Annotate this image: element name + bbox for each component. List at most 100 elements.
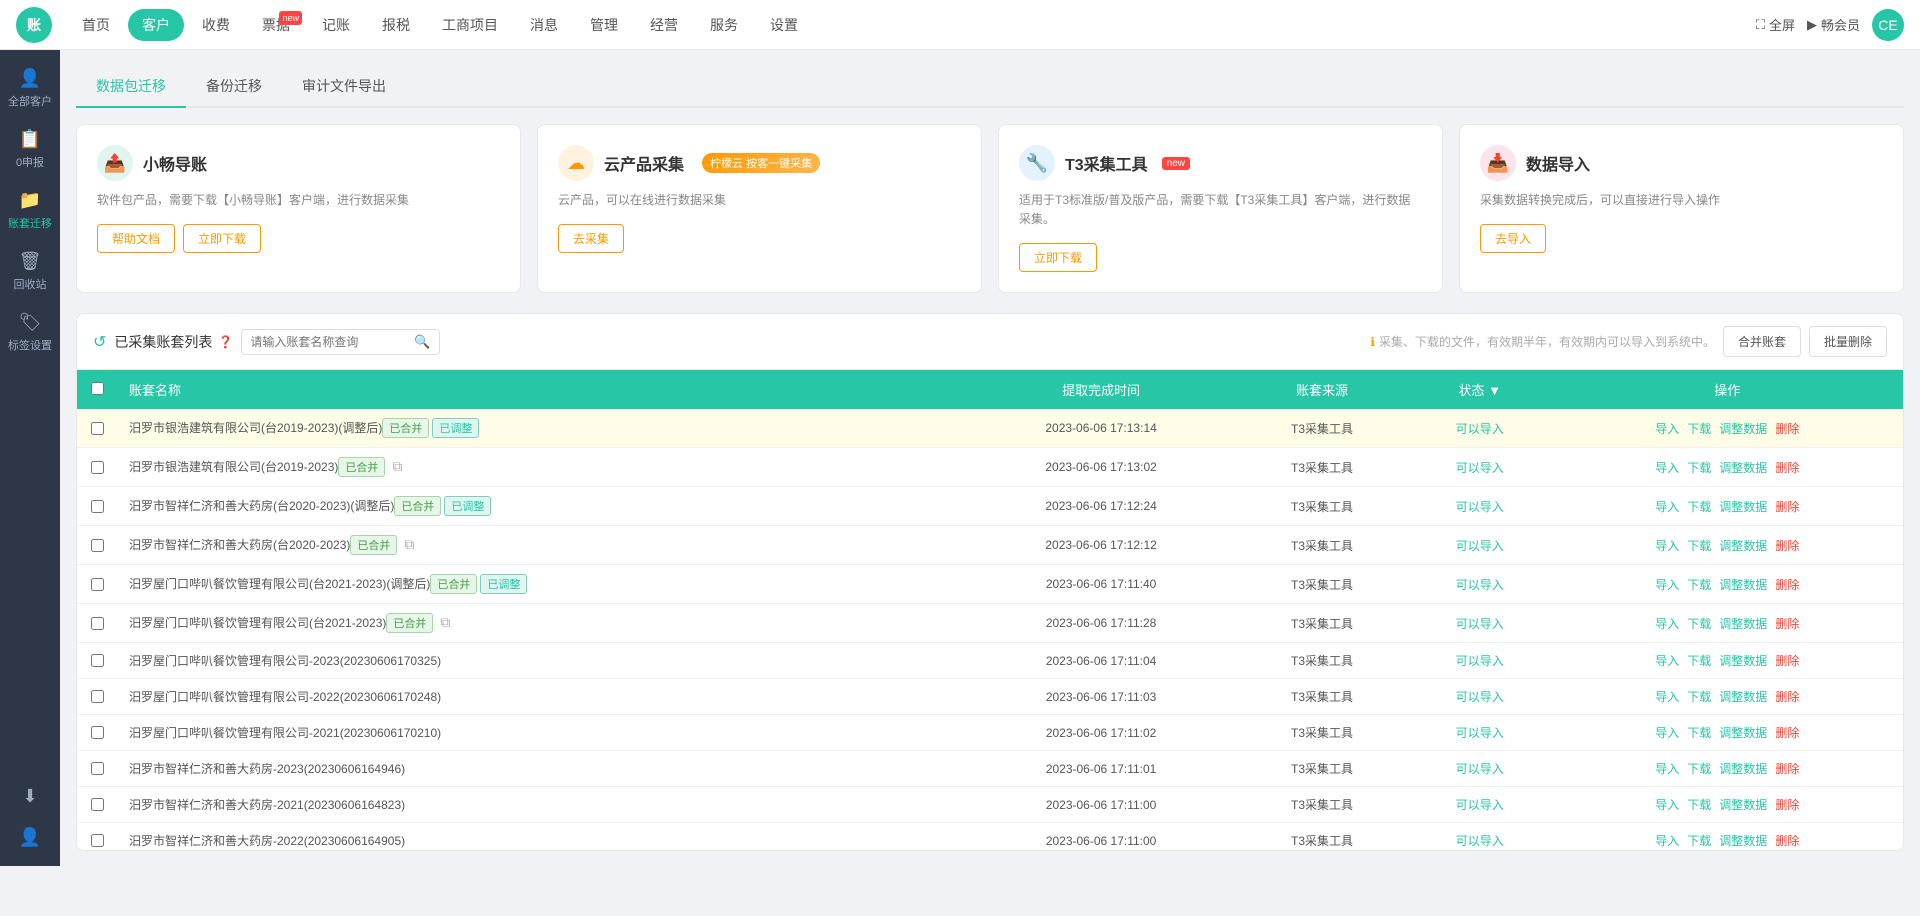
nav-item-business[interactable]: 工商项目 (428, 9, 512, 41)
select-all-checkbox[interactable] (91, 382, 104, 395)
go-collect-button[interactable]: 去采集 (558, 224, 624, 253)
action-下载[interactable]: 下载 (1687, 834, 1711, 848)
download-now-button[interactable]: 立即下载 (183, 224, 261, 253)
action-删除[interactable]: 删除 (1775, 654, 1799, 668)
tab-data-package[interactable]: 数据包迁移 (76, 66, 186, 108)
action-调整数据[interactable]: 调整数据 (1719, 834, 1767, 848)
nav-item-service[interactable]: 服务 (696, 9, 752, 41)
membership-button[interactable]: ▶ 畅会员 (1807, 15, 1860, 34)
nav-item-billing[interactable]: 收费 (188, 9, 244, 41)
sidebar-item-all-customers[interactable]: 👤 全部客户 (0, 58, 60, 119)
app-logo[interactable]: 账 (16, 7, 52, 43)
action-调整数据[interactable]: 调整数据 (1719, 500, 1767, 514)
action-导入[interactable]: 导入 (1655, 500, 1679, 514)
sidebar-item-recycle[interactable]: 🗑 回收站 (0, 241, 60, 302)
nav-item-operation[interactable]: 经营 (636, 9, 692, 41)
search-input[interactable] (250, 335, 410, 349)
action-下载[interactable]: 下载 (1687, 500, 1711, 514)
action-删除[interactable]: 删除 (1775, 834, 1799, 848)
nav-item-home[interactable]: 首页 (68, 9, 124, 41)
row-checkbox[interactable] (91, 690, 104, 703)
action-导入[interactable]: 导入 (1655, 726, 1679, 740)
action-下载[interactable]: 下载 (1687, 762, 1711, 776)
copy-icon[interactable]: ⧉ (392, 458, 402, 474)
action-删除[interactable]: 删除 (1775, 798, 1799, 812)
sidebar-item-account-migrate[interactable]: 📁 账套迁移 (0, 180, 60, 241)
action-导入[interactable]: 导入 (1655, 422, 1679, 436)
action-导入[interactable]: 导入 (1655, 617, 1679, 631)
row-checkbox[interactable] (91, 726, 104, 739)
row-checkbox[interactable] (91, 422, 104, 435)
action-调整数据[interactable]: 调整数据 (1719, 539, 1767, 553)
sidebar-item-zero-declare[interactable]: 📋 0申报 (0, 119, 60, 180)
nav-item-management[interactable]: 管理 (576, 9, 632, 41)
table-scroll-container[interactable]: 账套名称 提取完成时间 账套来源 状态 ▼ 操作 汨罗市银浩建筑有限公司(台20… (77, 370, 1903, 850)
row-checkbox[interactable] (91, 834, 104, 847)
action-下载[interactable]: 下载 (1687, 726, 1711, 740)
sidebar-item-tag-settings[interactable]: 🏷 标签设置 (0, 302, 60, 363)
row-checkbox[interactable] (91, 500, 104, 513)
action-调整数据[interactable]: 调整数据 (1719, 461, 1767, 475)
action-导入[interactable]: 导入 (1655, 578, 1679, 592)
nav-item-settings[interactable]: 设置 (756, 9, 812, 41)
action-删除[interactable]: 删除 (1775, 726, 1799, 740)
row-checkbox[interactable] (91, 654, 104, 667)
action-下载[interactable]: 下载 (1687, 578, 1711, 592)
action-调整数据[interactable]: 调整数据 (1719, 726, 1767, 740)
fullscreen-button[interactable]: ⛶ 全屏 (1756, 15, 1795, 34)
nav-item-bookkeeping[interactable]: 记账 (308, 9, 364, 41)
action-调整数据[interactable]: 调整数据 (1719, 654, 1767, 668)
row-checkbox[interactable] (91, 617, 104, 630)
action-删除[interactable]: 删除 (1775, 617, 1799, 631)
help-icon[interactable]: ❓ (218, 335, 233, 349)
action-导入[interactable]: 导入 (1655, 539, 1679, 553)
user-avatar[interactable]: CE (1872, 9, 1904, 41)
action-下载[interactable]: 下载 (1687, 539, 1711, 553)
tab-backup-migrate[interactable]: 备份迁移 (186, 66, 282, 108)
nav-item-invoice[interactable]: 票据new (248, 9, 304, 41)
action-导入[interactable]: 导入 (1655, 654, 1679, 668)
search-icon[interactable]: 🔍 (414, 334, 430, 350)
action-调整数据[interactable]: 调整数据 (1719, 578, 1767, 592)
merge-account-button[interactable]: 合并账套 (1723, 326, 1801, 357)
action-删除[interactable]: 删除 (1775, 690, 1799, 704)
action-下载[interactable]: 下载 (1687, 422, 1711, 436)
nav-item-tax[interactable]: 报税 (368, 9, 424, 41)
nav-item-message[interactable]: 消息 (516, 9, 572, 41)
action-下载[interactable]: 下载 (1687, 654, 1711, 668)
sidebar-item-download[interactable]: ⬇ (15, 776, 45, 817)
action-下载[interactable]: 下载 (1687, 798, 1711, 812)
action-导入[interactable]: 导入 (1655, 834, 1679, 848)
action-删除[interactable]: 删除 (1775, 422, 1799, 436)
action-调整数据[interactable]: 调整数据 (1719, 422, 1767, 436)
refresh-icon[interactable]: ↺ (93, 332, 106, 352)
action-调整数据[interactable]: 调整数据 (1719, 762, 1767, 776)
copy-icon[interactable]: ⧉ (440, 614, 450, 630)
action-删除[interactable]: 删除 (1775, 539, 1799, 553)
row-checkbox[interactable] (91, 762, 104, 775)
nav-item-customer[interactable]: 客户 (128, 9, 184, 41)
action-删除[interactable]: 删除 (1775, 578, 1799, 592)
action-导入[interactable]: 导入 (1655, 798, 1679, 812)
action-下载[interactable]: 下载 (1687, 690, 1711, 704)
row-checkbox[interactable] (91, 798, 104, 811)
action-调整数据[interactable]: 调整数据 (1719, 690, 1767, 704)
sidebar-item-user-settings[interactable]: 👤 (15, 817, 45, 858)
action-删除[interactable]: 删除 (1775, 500, 1799, 514)
action-导入[interactable]: 导入 (1655, 690, 1679, 704)
row-checkbox[interactable] (91, 539, 104, 552)
action-下载[interactable]: 下载 (1687, 461, 1711, 475)
go-import-button[interactable]: 去导入 (1480, 224, 1546, 253)
action-导入[interactable]: 导入 (1655, 762, 1679, 776)
action-导入[interactable]: 导入 (1655, 461, 1679, 475)
tab-audit-export[interactable]: 审计文件导出 (282, 66, 406, 108)
t3-download-button[interactable]: 立即下载 (1019, 243, 1097, 272)
copy-icon[interactable]: ⧉ (404, 536, 414, 552)
action-删除[interactable]: 删除 (1775, 461, 1799, 475)
batch-delete-button[interactable]: 批量删除 (1809, 326, 1887, 357)
row-checkbox[interactable] (91, 578, 104, 591)
action-删除[interactable]: 删除 (1775, 762, 1799, 776)
action-调整数据[interactable]: 调整数据 (1719, 617, 1767, 631)
help-doc-button[interactable]: 帮助文档 (97, 224, 175, 253)
action-调整数据[interactable]: 调整数据 (1719, 798, 1767, 812)
